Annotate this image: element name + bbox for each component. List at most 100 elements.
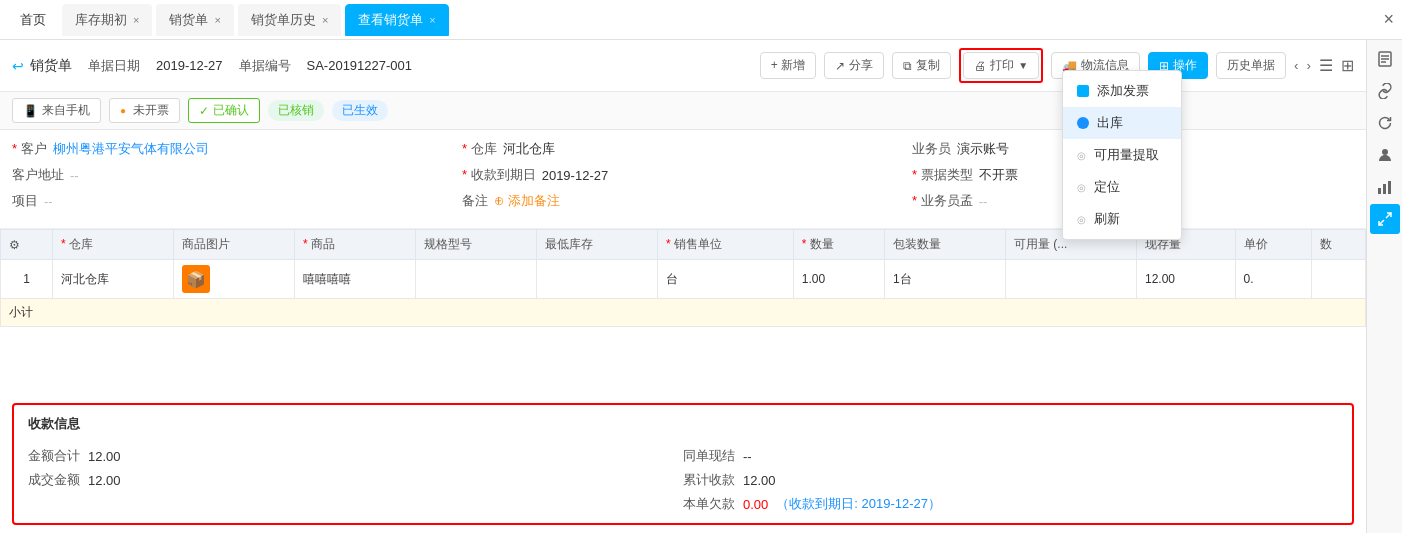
current-owed-label: 本单欠款 bbox=[683, 495, 735, 513]
due-date-value: 2019-12-27 bbox=[542, 168, 609, 183]
sidebar-icon-link[interactable] bbox=[1370, 76, 1400, 106]
bottom-info-left: 金额合计 12.00 成交金额 12.00 bbox=[28, 447, 683, 513]
refresh-label: 刷新 bbox=[1094, 210, 1120, 228]
amount-total-row: 金额合计 12.00 bbox=[28, 447, 683, 465]
app-close-button[interactable]: × bbox=[1383, 9, 1394, 30]
due-note: （收款到期日: 2019-12-27） bbox=[776, 495, 941, 513]
doc-actions: + 新增 ↗ 分享 ⧉ 复制 🖨 打印 ▼ 🚚 bbox=[760, 48, 1354, 83]
copy-icon: ⧉ bbox=[903, 59, 912, 73]
tab-sales-order[interactable]: 销货单 × bbox=[156, 4, 233, 36]
number-label: 单据编号 bbox=[239, 57, 291, 75]
address-field: 客户地址 -- bbox=[12, 166, 454, 184]
warehouse-field: 仓库 河北仓库 bbox=[462, 140, 904, 158]
ticket-type-value: 不开票 bbox=[979, 166, 1018, 184]
refresh-icon: ◎ bbox=[1077, 214, 1086, 225]
row-img: 📦 bbox=[174, 260, 295, 299]
items-table: ⚙ 仓库 商品图片 商品 规格型号 最低库存 销售单位 数量 包装数量 可用量 … bbox=[0, 229, 1366, 327]
note-label: 备注 bbox=[462, 192, 488, 210]
view-grid-button[interactable]: ☰ bbox=[1319, 56, 1333, 75]
row-pack-qty: 1台 bbox=[885, 260, 1006, 299]
confirm-button[interactable]: ✓ 已确认 bbox=[188, 98, 260, 123]
add-note-btn[interactable]: ⊕ 添加备注 bbox=[494, 192, 560, 210]
number-value: SA-20191227-001 bbox=[307, 58, 413, 73]
col-unit: 销售单位 bbox=[657, 230, 793, 260]
tab-view-sales-close[interactable]: × bbox=[429, 14, 435, 26]
dropdown-available-qty[interactable]: ◎ 可用量提取 bbox=[1063, 139, 1181, 171]
total-received-value: 12.00 bbox=[743, 473, 776, 488]
customer-field: 客户 柳州粤港平安气体有限公司 bbox=[12, 140, 454, 158]
history-label: 历史单据 bbox=[1227, 57, 1275, 74]
from-phone-button[interactable]: 📱 来自手机 bbox=[12, 98, 101, 123]
tab-sales-order-close[interactable]: × bbox=[214, 14, 220, 26]
copy-button[interactable]: ⧉ 复制 bbox=[892, 52, 951, 79]
not-open-button[interactable]: 未开票 bbox=[109, 98, 180, 123]
new-button[interactable]: + 新增 bbox=[760, 52, 816, 79]
sidebar-icon-chart[interactable] bbox=[1370, 172, 1400, 202]
doc-icon: ↩ bbox=[12, 58, 24, 74]
product-image: 📦 bbox=[182, 265, 210, 293]
same-order-row: 同单现结 -- bbox=[683, 447, 1338, 465]
doc-title-text: 销货单 bbox=[30, 57, 72, 75]
share-label: 分享 bbox=[849, 57, 873, 74]
salesperson-value: -- bbox=[979, 194, 988, 209]
history-button[interactable]: 历史单据 bbox=[1216, 52, 1286, 79]
print-icon: 🖨 bbox=[974, 59, 986, 73]
tab-sales-history-label: 销货单历史 bbox=[251, 11, 316, 29]
operator-value: 演示账号 bbox=[957, 140, 1009, 158]
total-received-label: 累计收款 bbox=[683, 471, 735, 489]
tab-sales-order-label: 销货单 bbox=[169, 11, 208, 29]
dropdown-location[interactable]: ◎ 定位 bbox=[1063, 171, 1181, 203]
customer-label: 客户 bbox=[12, 140, 47, 158]
operations-dropdown: 添加发票 出库 ◎ 可用量提取 ◎ 定位 ◎ 刷新 bbox=[1062, 70, 1182, 240]
warehouse-label: 仓库 bbox=[462, 140, 497, 158]
customer-value[interactable]: 柳州粤港平安气体有限公司 bbox=[53, 140, 209, 158]
row-warehouse: 河北仓库 bbox=[53, 260, 174, 299]
doc-title: ↩ 销货单 bbox=[12, 57, 72, 75]
share-button[interactable]: ↗ 分享 bbox=[824, 52, 884, 79]
bottom-info-title: 收款信息 bbox=[28, 415, 1338, 433]
available-qty-label: 可用量提取 bbox=[1094, 146, 1159, 164]
tab-sales-history[interactable]: 销货单历史 × bbox=[238, 4, 341, 36]
bottom-info: 收款信息 金额合计 12.00 成交金额 12.00 同单现结 -- 累计收款 bbox=[12, 403, 1354, 525]
table-container: ⚙ 仓库 商品图片 商品 规格型号 最低库存 销售单位 数量 包装数量 可用量 … bbox=[0, 229, 1366, 395]
tab-bar: 首页 库存期初 × 销货单 × 销货单历史 × 查看销货单 × × bbox=[0, 0, 1402, 40]
sidebar-icon-user[interactable] bbox=[1370, 140, 1400, 170]
not-open-label: 未开票 bbox=[133, 102, 169, 119]
row-qty: 1.00 bbox=[793, 260, 884, 299]
status-effect: 已生效 bbox=[332, 100, 388, 121]
next-doc-button[interactable]: › bbox=[1307, 58, 1311, 73]
dropdown-add-invoice[interactable]: 添加发票 bbox=[1063, 75, 1181, 107]
col-pack-qty: 包装数量 bbox=[885, 230, 1006, 260]
sidebar-icon-doc[interactable] bbox=[1370, 44, 1400, 74]
row-unit: 台 bbox=[657, 260, 793, 299]
available-qty-icon: ◎ bbox=[1077, 150, 1086, 161]
current-owed-value: 0.00 bbox=[743, 497, 768, 512]
tab-inventory-init[interactable]: 库存期初 × bbox=[62, 4, 152, 36]
status-sold: 已核销 bbox=[268, 100, 324, 121]
project-field: 项目 -- bbox=[12, 192, 454, 210]
location-label: 定位 bbox=[1094, 178, 1120, 196]
tab-sales-history-close[interactable]: × bbox=[322, 14, 328, 26]
deal-amount-value: 12.00 bbox=[88, 473, 121, 488]
prev-doc-button[interactable]: ‹ bbox=[1294, 58, 1298, 73]
due-date-label: 收款到期日 bbox=[462, 166, 536, 184]
tab-view-sales[interactable]: 查看销货单 × bbox=[345, 4, 448, 36]
subtotal-row: 小计 bbox=[1, 299, 1366, 327]
print-button[interactable]: 🖨 打印 ▼ bbox=[963, 52, 1039, 79]
product-img-icon: 📦 bbox=[186, 270, 206, 289]
print-highlight-box: 🖨 打印 ▼ bbox=[959, 48, 1043, 83]
view-table-button[interactable]: ⊞ bbox=[1341, 56, 1354, 75]
dropdown-out-stock[interactable]: 出库 bbox=[1063, 107, 1181, 139]
sidebar-icon-expand[interactable] bbox=[1370, 204, 1400, 234]
tab-inventory-init-close[interactable]: × bbox=[133, 14, 139, 26]
col-img: 商品图片 bbox=[174, 230, 295, 260]
col-gear: ⚙ bbox=[1, 230, 53, 260]
tab-home[interactable]: 首页 bbox=[8, 4, 58, 36]
col-min-stock: 最低库存 bbox=[536, 230, 657, 260]
svg-rect-5 bbox=[1378, 188, 1381, 194]
svg-rect-6 bbox=[1383, 184, 1386, 194]
dropdown-refresh[interactable]: ◎ 刷新 bbox=[1063, 203, 1181, 235]
row-min-stock bbox=[536, 260, 657, 299]
warehouse-value: 河北仓库 bbox=[503, 140, 555, 158]
sidebar-icon-refresh[interactable] bbox=[1370, 108, 1400, 138]
